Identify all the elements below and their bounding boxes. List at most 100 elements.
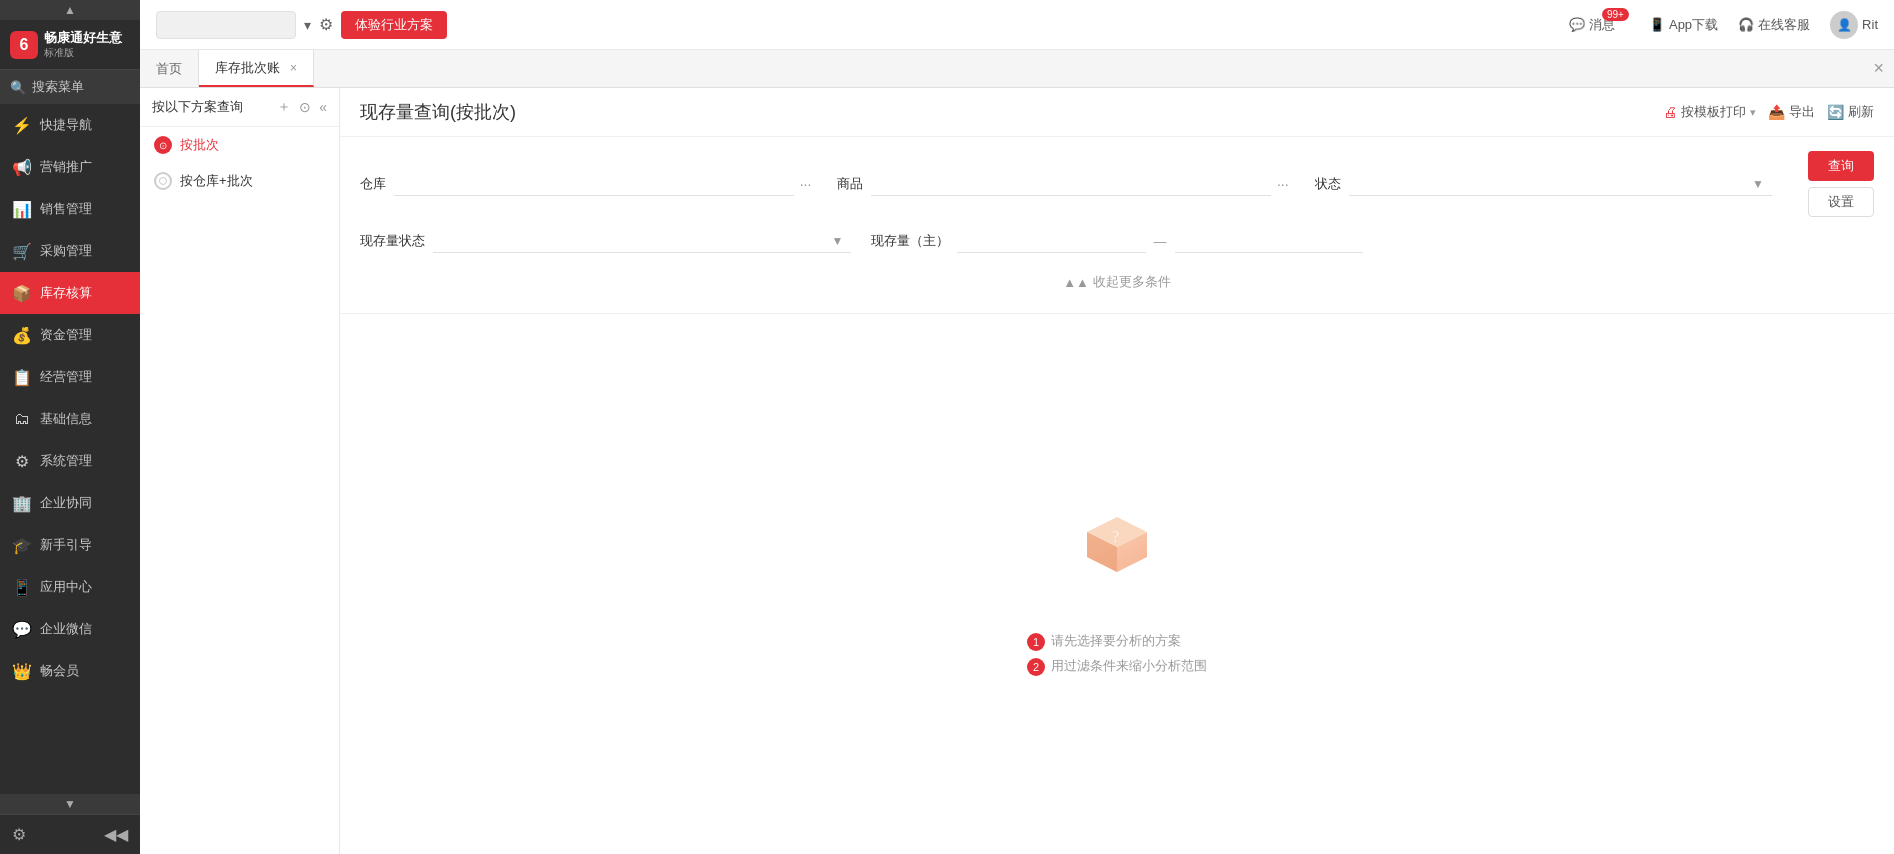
stock-status-select[interactable]: ▼ <box>433 230 851 253</box>
right-panel: 现存量查询(按批次) 🖨 按模板打印 ▾ 📤 导出 🔄 刷新 <box>340 88 1894 854</box>
topbar-dropdown-arrow[interactable]: ▾ <box>304 17 311 33</box>
company-name: 畅康通好生意 <box>44 30 122 47</box>
app-logo: 6 <box>10 31 38 59</box>
stock-qty-max-input[interactable] <box>1175 229 1363 253</box>
empty-tip-2: 2 用过滤条件来缩小分析范围 <box>1027 657 1207 676</box>
collapse-icon[interactable]: ◀◀ <box>104 825 128 844</box>
sidebar: ▲ 6 畅康通好生意 标准版 🔍 搜索菜单 ⚡ 快捷导航 📢 营销推广 📊 销售… <box>0 0 140 854</box>
tab-close-all-icon[interactable]: × <box>1873 58 1884 79</box>
export-button[interactable]: 📤 导出 <box>1768 103 1815 121</box>
avatar: 👤 <box>1830 11 1858 39</box>
sidebar-item-basic[interactable]: 🗂 基础信息 <box>0 398 140 440</box>
system-label: 系统管理 <box>40 452 92 470</box>
member-icon: 👑 <box>12 661 32 681</box>
left-panel: 按以下方案查询 ＋ ⊙ « ⊙ 按批次 按仓库+批次 <box>140 88 340 854</box>
warehouse-label: 仓库 <box>360 175 386 193</box>
sidebar-item-guide[interactable]: 🎓 新手引导 <box>0 524 140 566</box>
sidebar-item-sales[interactable]: 📊 销售管理 <box>0 188 140 230</box>
stock-qty-dash: — <box>1146 234 1175 249</box>
marketing-icon: 📢 <box>12 157 32 177</box>
product-more-icon[interactable]: ··· <box>1271 176 1295 192</box>
sales-icon: 📊 <box>12 199 32 219</box>
headset-icon: 🎧 <box>1738 17 1754 32</box>
sidebar-item-finance[interactable]: 💰 资金管理 <box>0 314 140 356</box>
messages-item[interactable]: 💬 消息 99+ <box>1569 16 1615 34</box>
tab-home[interactable]: 首页 <box>140 50 199 87</box>
sidebar-item-system[interactable]: ⚙ 系统管理 <box>0 440 140 482</box>
wechat-icon: 💬 <box>12 619 32 639</box>
finance-icon: 💰 <box>12 325 32 345</box>
tip-number-1: 1 <box>1027 633 1045 651</box>
query-button[interactable]: 查询 <box>1808 151 1874 181</box>
tabbar-close-area: × <box>1863 58 1894 79</box>
finance-label: 资金管理 <box>40 326 92 344</box>
topbar-gear-icon[interactable]: ⚙ <box>319 15 333 34</box>
sales-label: 销售管理 <box>40 200 92 218</box>
plan-item-warehouse-batch[interactable]: 按仓库+批次 <box>140 163 339 199</box>
sidebar-nav: ⚡ 快捷导航 📢 营销推广 📊 销售管理 🛒 采购管理 📦 库存核算 💰 资金管… <box>0 104 140 794</box>
filter-row-1: 仓库 ··· 商品 ··· 状态 <box>360 151 1874 217</box>
sidebar-search[interactable]: 🔍 搜索菜单 <box>0 70 140 104</box>
sidebar-item-marketing[interactable]: 📢 营销推广 <box>0 146 140 188</box>
collapse-panel-icon[interactable]: « <box>319 99 327 115</box>
operations-label: 经营管理 <box>40 368 92 386</box>
topbar-search-box[interactable] <box>156 11 296 39</box>
guide-label: 新手引导 <box>40 536 92 554</box>
plan-dot-active: ⊙ <box>154 136 172 154</box>
marketing-label: 营销推广 <box>40 158 92 176</box>
tab-batch-label: 库存批次账 <box>215 59 280 77</box>
tab-batch[interactable]: 库存批次账 × <box>199 50 314 87</box>
status-select-arrow: ▼ <box>1752 177 1764 191</box>
sidebar-item-purchase[interactable]: 🛒 采购管理 <box>0 230 140 272</box>
status-select[interactable]: ▼ <box>1349 173 1772 196</box>
sidebar-item-app-center[interactable]: 📱 应用中心 <box>0 566 140 608</box>
sidebar-item-operations[interactable]: 📋 经营管理 <box>0 356 140 398</box>
inventory-icon: 📦 <box>12 283 32 303</box>
user-name: Rit <box>1862 17 1878 32</box>
page-title: 现存量查询(按批次) <box>360 100 516 124</box>
plan-item-batch[interactable]: ⊙ 按批次 <box>140 127 339 163</box>
scroll-down-arrow[interactable]: ▼ <box>0 794 140 814</box>
scroll-up-arrow[interactable]: ▲ <box>0 0 140 20</box>
settings-icon[interactable]: ⚙ <box>12 825 26 844</box>
tab-home-label: 首页 <box>156 60 182 78</box>
settings-plan-icon[interactable]: ⊙ <box>299 99 311 115</box>
online-service-item[interactable]: 🎧 在线客服 <box>1738 16 1810 34</box>
main-area: ▾ ⚙ 体验行业方案 💬 消息 99+ 📱 App下载 🎧 在线客服 👤 <box>140 0 1894 854</box>
print-dropdown-icon[interactable]: ▾ <box>1750 106 1756 119</box>
empty-illustration: ? <box>1057 492 1177 612</box>
collapse-row[interactable]: ▲▲ 收起更多条件 <box>360 265 1874 299</box>
stock-qty-min-input[interactable] <box>957 229 1145 253</box>
collapse-label: 收起更多条件 <box>1093 273 1171 291</box>
inventory-label: 库存核算 <box>40 284 92 302</box>
status-field: 状态 ▼ <box>1315 173 1772 196</box>
refresh-icon: 🔄 <box>1827 104 1844 120</box>
product-field: 商品 ··· <box>837 172 1294 196</box>
messages-badge: 99+ <box>1602 8 1629 21</box>
warehouse-input[interactable] <box>394 172 794 196</box>
sidebar-item-member[interactable]: 👑 畅会员 <box>0 650 140 692</box>
operations-icon: 📋 <box>12 367 32 387</box>
refresh-button[interactable]: 🔄 刷新 <box>1827 103 1874 121</box>
empty-tip-1: 1 请先选择要分析的方案 <box>1027 632 1207 651</box>
sidebar-bottom: ⚙ ◀◀ <box>0 814 140 854</box>
tab-close-icon[interactable]: × <box>290 61 297 75</box>
sidebar-item-wechat[interactable]: 💬 企业微信 <box>0 608 140 650</box>
add-plan-icon[interactable]: ＋ <box>277 98 291 116</box>
experience-button[interactable]: 体验行业方案 <box>341 11 447 39</box>
settings-button[interactable]: 设置 <box>1808 187 1874 217</box>
empty-tips: 1 请先选择要分析的方案 2 用过滤条件来缩小分析范围 <box>1027 632 1207 676</box>
product-input[interactable] <box>871 172 1271 196</box>
print-button[interactable]: 🖨 按模板打印 ▾ <box>1663 103 1756 121</box>
topbar: ▾ ⚙ 体验行业方案 💬 消息 99+ 📱 App下载 🎧 在线客服 👤 <box>140 0 1894 50</box>
sidebar-item-enterprise[interactable]: 🏢 企业协同 <box>0 482 140 524</box>
search-label: 搜索菜单 <box>32 78 84 96</box>
app-download-item[interactable]: 📱 App下载 <box>1649 16 1718 34</box>
sidebar-item-inventory[interactable]: 📦 库存核算 <box>0 272 140 314</box>
tip-text-2: 用过滤条件来缩小分析范围 <box>1051 657 1207 675</box>
member-label: 畅会员 <box>40 662 79 680</box>
sidebar-item-quick-nav[interactable]: ⚡ 快捷导航 <box>0 104 140 146</box>
wechat-label: 企业微信 <box>40 620 92 638</box>
warehouse-more-icon[interactable]: ··· <box>794 176 818 192</box>
user-item[interactable]: 👤 Rit <box>1830 11 1878 39</box>
